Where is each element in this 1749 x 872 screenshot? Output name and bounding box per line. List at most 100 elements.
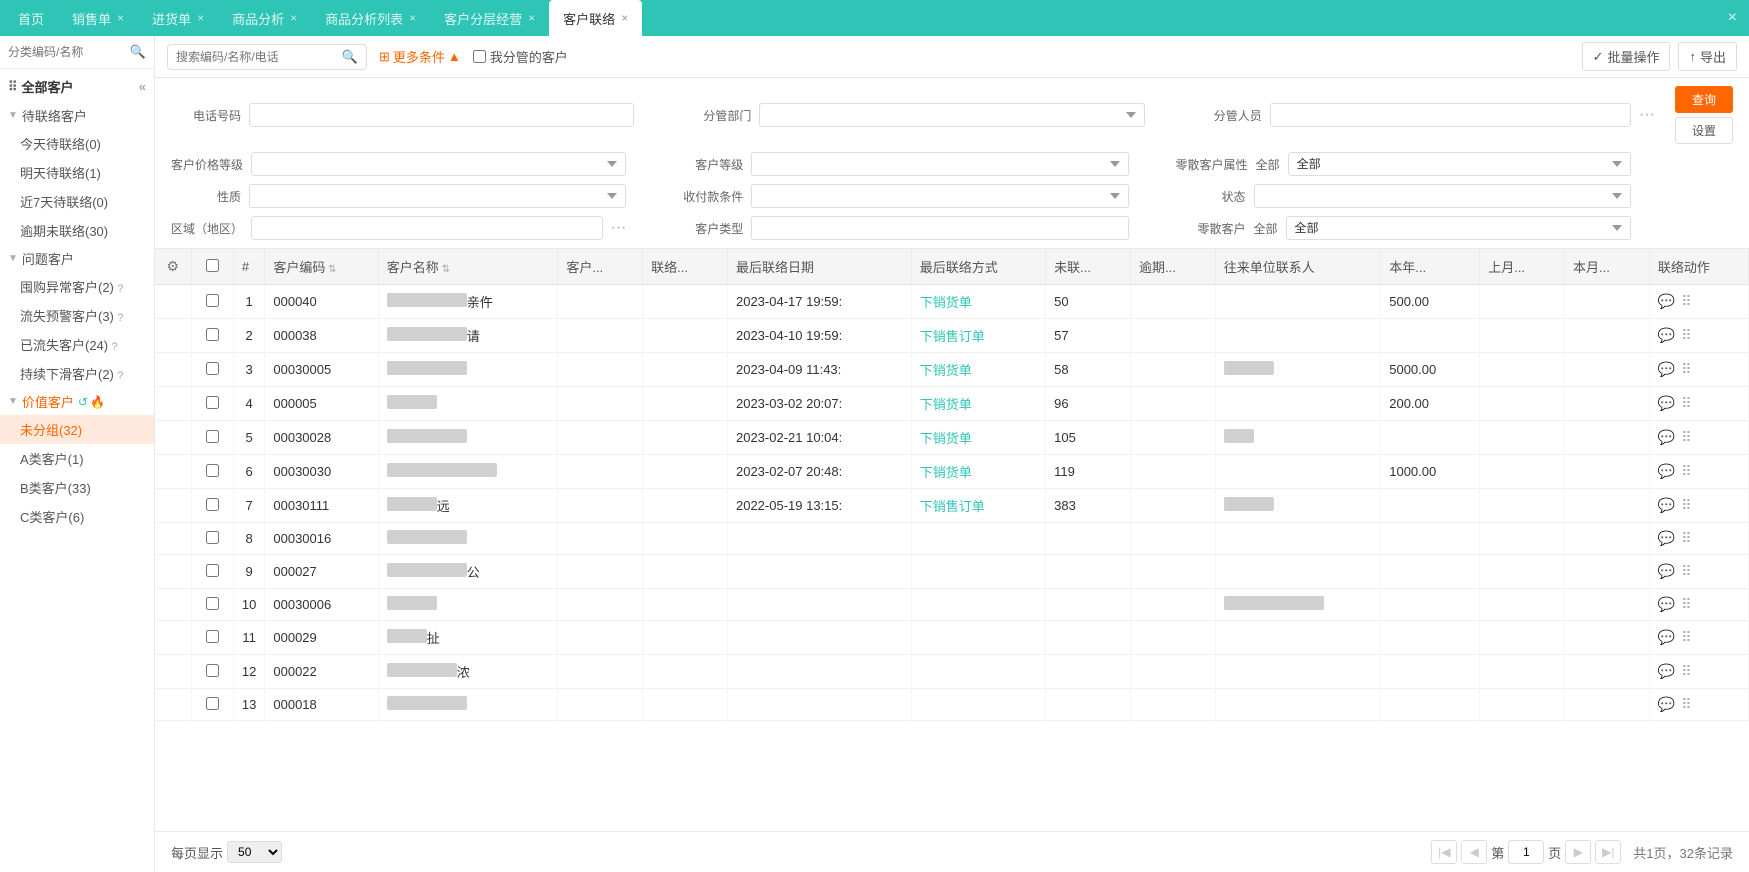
last-page-btn[interactable]: ▶| — [1595, 840, 1621, 864]
row-checkbox[interactable] — [206, 697, 219, 710]
chat-icon[interactable]: 💬 — [1658, 327, 1675, 344]
chat-icon[interactable]: 💬 — [1658, 361, 1675, 378]
td-last-contact-method-link[interactable]: 下销售订单 — [920, 499, 985, 514]
th-this-year[interactable]: 本年... — [1381, 249, 1480, 285]
tab-customer-segmentation[interactable]: 客户分层经营 × — [430, 0, 549, 36]
sidebar-item-abnormal[interactable]: 囤购异常客户(2) ? — [0, 272, 154, 301]
td-last-contact-method-link[interactable]: 下销货单 — [920, 363, 972, 378]
export-btn[interactable]: ↑ 导出 — [1678, 42, 1737, 71]
th-customer-type[interactable]: 客户... — [558, 249, 643, 285]
sidebar-search-icon[interactable]: 🔍 — [130, 44, 146, 60]
more-icon[interactable]: ⠿ — [1681, 497, 1691, 514]
more-icon[interactable]: ⠿ — [1681, 463, 1691, 480]
customer-type-input[interactable] — [751, 216, 1128, 240]
sidebar-item-class-c[interactable]: C类客户(6) — [0, 502, 154, 531]
row-checkbox[interactable] — [206, 498, 219, 511]
more-icon[interactable]: ⠿ — [1681, 361, 1691, 378]
query-btn[interactable]: 查询 — [1675, 86, 1733, 113]
more-icon[interactable]: ⠿ — [1681, 530, 1691, 547]
chat-icon[interactable]: 💬 — [1658, 663, 1675, 680]
reset-btn[interactable]: 设置 — [1675, 117, 1733, 144]
th-overdue[interactable]: 逾期... — [1130, 249, 1215, 285]
sidebar-item-warning[interactable]: 流失预警客户(3) ? — [0, 301, 154, 330]
payment-select[interactable] — [751, 184, 1128, 208]
sidebar-item-class-a[interactable]: A类客户(1) — [0, 444, 154, 473]
chat-icon[interactable]: 💬 — [1658, 629, 1675, 646]
row-checkbox[interactable] — [206, 294, 219, 307]
main-search-icon[interactable]: 🔍 — [342, 49, 358, 65]
sidebar-group-pending[interactable]: ▼ 待联络客户 — [0, 102, 154, 129]
th-this-month[interactable]: 本月... — [1565, 249, 1650, 285]
th-code[interactable]: 客户编码 — [265, 249, 378, 285]
sidebar-item-tomorrow[interactable]: 明天待联络(1) — [0, 158, 154, 187]
more-icon[interactable]: ⠿ — [1681, 395, 1691, 412]
more-icon[interactable]: ⠿ — [1681, 429, 1691, 446]
per-page-select[interactable]: 50 20 100 — [227, 841, 282, 863]
status-select[interactable] — [1254, 184, 1631, 208]
sidebar-item-today[interactable]: 今天待联络(0) — [0, 129, 154, 158]
td-last-contact-method-link[interactable]: 下销货单 — [920, 431, 972, 446]
region-input[interactable] — [251, 216, 602, 240]
tab-close-customer-segmentation[interactable]: × — [528, 11, 535, 25]
chat-icon[interactable]: 💬 — [1658, 463, 1675, 480]
person-input[interactable] — [1270, 103, 1631, 127]
tab-close-product-analysis-list[interactable]: × — [409, 11, 416, 25]
select-all-checkbox[interactable] — [206, 259, 219, 272]
td-last-contact-method-link[interactable]: 下销货单 — [920, 465, 972, 480]
chat-icon[interactable]: 💬 — [1658, 429, 1675, 446]
more-conditions-btn[interactable]: ⊞ 更多条件 ▲ — [379, 47, 461, 66]
tab-product-analysis[interactable]: 商品分析 × — [218, 0, 311, 36]
row-checkbox[interactable] — [206, 464, 219, 477]
prev-page-btn[interactable]: ◀ — [1461, 840, 1487, 864]
th-last-month[interactable]: 上月... — [1480, 249, 1565, 285]
main-search-input[interactable] — [176, 50, 342, 64]
page-number-input[interactable] — [1508, 840, 1544, 864]
table-settings-icon[interactable]: ⚙ — [166, 258, 179, 274]
th-unit-contact[interactable]: 往来单位联系人 — [1215, 249, 1380, 285]
th-un-contact[interactable]: 未联... — [1046, 249, 1131, 285]
tab-purchase[interactable]: 进货单 × — [138, 0, 218, 36]
chat-icon[interactable]: 💬 — [1658, 497, 1675, 514]
sidebar-collapse-icon[interactable]: « — [139, 79, 146, 94]
row-checkbox[interactable] — [206, 362, 219, 375]
sidebar-group-problem[interactable]: ▼ 问题客户 — [0, 245, 154, 272]
sidebar-item-7days[interactable]: 近7天待联络(0) — [0, 187, 154, 216]
batch-operation-btn[interactable]: ✓ 批量操作 — [1582, 42, 1671, 71]
chat-icon[interactable]: 💬 — [1658, 696, 1675, 713]
tab-customer-contact[interactable]: 客户联络 × — [549, 0, 642, 36]
more-icon[interactable]: ⠿ — [1681, 563, 1691, 580]
row-checkbox[interactable] — [206, 630, 219, 643]
refresh-icon[interactable]: ↺ — [78, 395, 88, 409]
chat-icon[interactable]: 💬 — [1658, 563, 1675, 580]
th-last-contact-method[interactable]: 最后联络方式 — [911, 249, 1045, 285]
row-checkbox[interactable] — [206, 531, 219, 544]
dept-select[interactable] — [759, 103, 1144, 127]
sidebar-search-input[interactable] — [8, 45, 126, 59]
more-icon[interactable]: ⠿ — [1681, 663, 1691, 680]
row-checkbox[interactable] — [206, 664, 219, 677]
row-checkbox[interactable] — [206, 597, 219, 610]
price-level-select[interactable] — [251, 152, 626, 176]
tab-close-purchase[interactable]: × — [197, 11, 204, 25]
sidebar-item-overdue[interactable]: 逾期未联络(30) — [0, 216, 154, 245]
sidebar-item-ungrouped[interactable]: 未分组(32) — [0, 415, 154, 444]
td-last-contact-method-link[interactable]: 下销货单 — [920, 295, 972, 310]
chat-icon[interactable]: 💬 — [1658, 395, 1675, 412]
nature-select[interactable] — [249, 184, 626, 208]
tab-close-sales[interactable]: × — [117, 11, 124, 25]
chat-icon[interactable]: 💬 — [1658, 596, 1675, 613]
tab-sales[interactable]: 销售单 × — [58, 0, 138, 36]
tab-bar-close-btn[interactable]: × — [1728, 9, 1745, 27]
sidebar-item-declining[interactable]: 持续下滑客户(2) ? — [0, 359, 154, 388]
person-more-icon[interactable]: ··· — [1639, 106, 1655, 124]
more-icon[interactable]: ⠿ — [1681, 327, 1691, 344]
zero-retail-attr-select[interactable]: 全部 — [1288, 152, 1631, 176]
td-last-contact-method-link[interactable]: 下销货单 — [920, 397, 972, 412]
more-icon[interactable]: ⠿ — [1681, 629, 1691, 646]
my-customers-checkbox[interactable] — [473, 50, 486, 63]
sidebar-group-value[interactable]: ▼ 价值客户 ↺ 🔥 — [0, 388, 154, 415]
row-checkbox[interactable] — [206, 564, 219, 577]
sidebar-item-lost[interactable]: 已流失客户(24) ? — [0, 330, 154, 359]
next-page-btn[interactable]: ▶ — [1565, 840, 1591, 864]
more-icon[interactable]: ⠿ — [1681, 696, 1691, 713]
